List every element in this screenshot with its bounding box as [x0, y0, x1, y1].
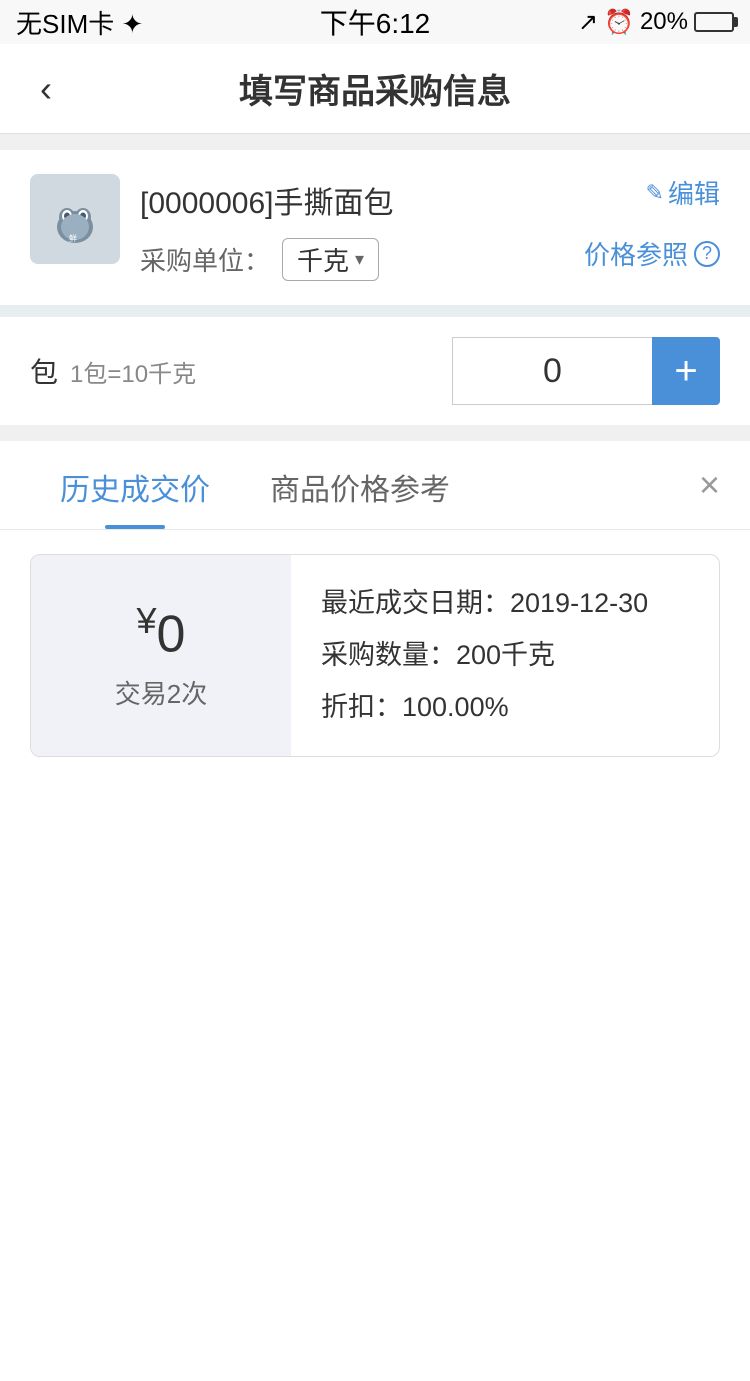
nav-bar: ‹ 填写商品采购信息: [0, 44, 750, 134]
product-info: [0000006]手撕面包 采购单位： 千克 ▾: [140, 174, 393, 281]
quantity-label: 包 1包=10千克: [30, 351, 196, 391]
history-card: ¥0 交易2次 最近成交日期：2019-12-30 采购数量：200千克 折扣：…: [30, 554, 720, 757]
edit-label: 编辑: [668, 174, 720, 211]
svg-text:鲜: 鲜: [69, 233, 77, 243]
recent-date-value: 2019-12-30: [510, 588, 648, 618]
edit-icon: ✎: [646, 180, 664, 206]
status-left: 无SIM卡 ✦: [16, 4, 143, 41]
product-header: 鲜 [0000006]手撕面包 采购单位： 千克 ▾ ✎ 编辑 价: [30, 174, 720, 281]
quantity-unit: 包: [30, 351, 58, 391]
card-transactions: 交易2次: [115, 674, 207, 711]
product-unit-row: 采购单位： 千克 ▾: [140, 238, 393, 281]
card-price: ¥0: [137, 600, 186, 664]
product-section: 鲜 [0000006]手撕面包 采购单位： 千克 ▾ ✎ 编辑 价: [0, 150, 750, 305]
quantity-increase-button[interactable]: +: [652, 337, 720, 405]
quantity-input[interactable]: [452, 337, 652, 405]
carrier-text: 无SIM卡 ✦: [16, 4, 143, 41]
status-right: ↗ ⏰ 20%: [578, 8, 734, 37]
discount-value: 100.00%: [402, 692, 509, 722]
unit-selector[interactable]: 千克 ▾: [282, 238, 379, 281]
card-left: ¥0 交易2次: [31, 555, 291, 756]
qty-label-text: 采购数量：: [321, 640, 456, 670]
quantity-input-area: +: [452, 337, 720, 405]
tabs-bar: 历史成交价 商品价格参考 ×: [0, 441, 750, 530]
alarm-icon: ⏰: [604, 8, 634, 37]
quantity-row: 包 1包=10千克 +: [0, 317, 750, 425]
quantity-conversion: 1包=10千克: [70, 354, 196, 389]
qty-row: 采购数量：200千克: [321, 637, 689, 675]
price-reference-button[interactable]: 价格参照 ?: [584, 235, 720, 272]
card-area: ¥0 交易2次 最近成交日期：2019-12-30 采购数量：200千克 折扣：…: [0, 530, 750, 781]
discount-row: 折扣：100.00%: [321, 689, 689, 727]
edit-button[interactable]: ✎ 编辑: [646, 174, 720, 211]
status-bar: 无SIM卡 ✦ 下午6:12 ↗ ⏰ 20%: [0, 0, 750, 44]
card-right: 最近成交日期：2019-12-30 采购数量：200千克 折扣：100.00%: [291, 555, 719, 756]
unit-label: 采购单位：: [140, 241, 270, 278]
price-ref-label: 价格参照: [584, 235, 688, 272]
unit-value: 千克: [297, 241, 349, 278]
tab-history-price[interactable]: 历史成交价: [30, 441, 240, 529]
product-right: ✎ 编辑 价格参照 ?: [584, 174, 720, 272]
tab-price-reference[interactable]: 商品价格参考: [240, 441, 480, 529]
discount-label: 折扣：: [321, 692, 402, 722]
back-button[interactable]: ‹: [30, 58, 62, 120]
product-name: [0000006]手撕面包: [140, 178, 393, 222]
recent-date-row: 最近成交日期：2019-12-30: [321, 585, 689, 623]
product-left: 鲜 [0000006]手撕面包 采购单位： 千克 ▾: [30, 174, 393, 281]
qty-value: 200千克: [456, 640, 555, 670]
recent-date-label: 最近成交日期：: [321, 588, 510, 618]
page-title: 填写商品采购信息: [239, 64, 511, 113]
tabs-close-button[interactable]: ×: [699, 464, 720, 506]
currency-symbol: ¥: [137, 600, 157, 641]
location-icon: ↗: [578, 8, 598, 37]
chevron-down-icon: ▾: [355, 249, 364, 270]
battery-icon: [694, 12, 734, 32]
product-thumbnail: 鲜: [30, 174, 120, 264]
section-separator: [0, 305, 750, 317]
product-logo-icon: 鲜: [45, 189, 105, 249]
help-icon: ?: [694, 241, 720, 267]
empty-space: [0, 781, 750, 1381]
status-time: 下午6:12: [320, 2, 431, 42]
battery-percent: 20%: [640, 8, 688, 36]
price-value: 0: [157, 605, 186, 663]
